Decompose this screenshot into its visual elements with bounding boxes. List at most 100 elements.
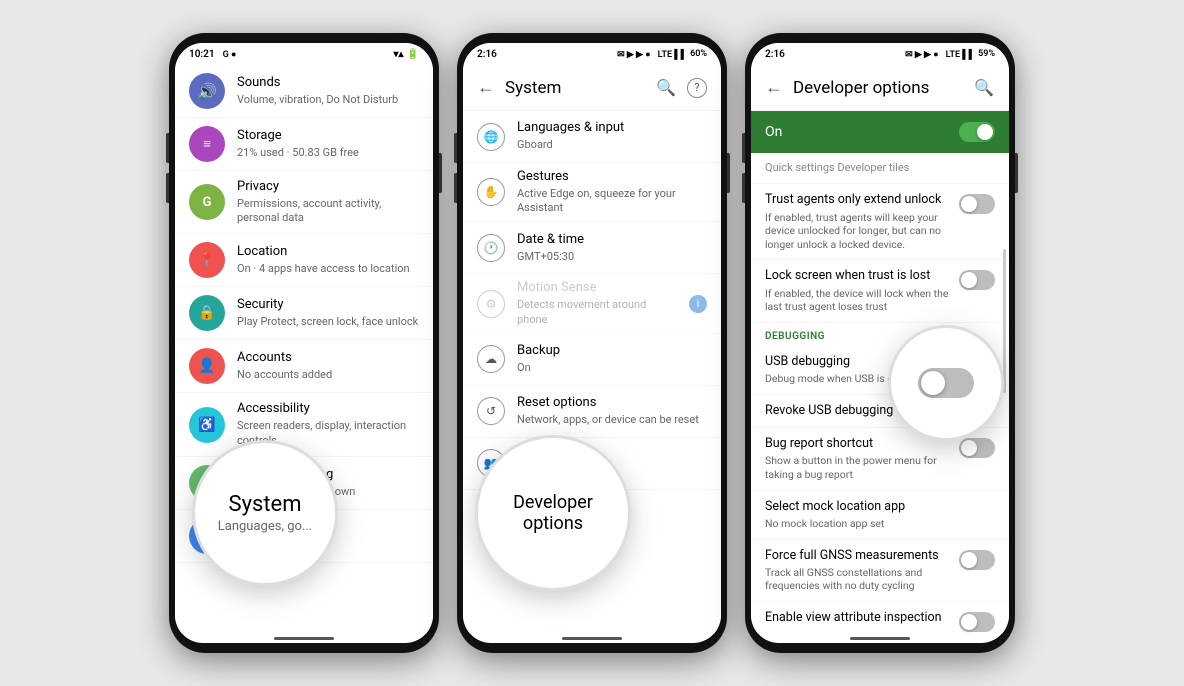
list-item[interactable]: 🌐 Languages & input Gboard	[463, 111, 721, 163]
mock-location-title: Select mock location app	[765, 499, 995, 515]
list-item[interactable]: Trust agents only extend unlock If enabl…	[751, 184, 1009, 260]
power-button-3[interactable]	[1015, 153, 1018, 193]
motion-text: Motion Sense Detects movement around pho…	[517, 280, 677, 326]
trust-agents-toggle[interactable]	[959, 194, 995, 214]
list-item[interactable]: G Privacy Permissions, account activity,…	[175, 171, 433, 234]
bug-report-text: Bug report shortcut Show a button in the…	[765, 436, 951, 482]
view-attribute-toggle[interactable]	[959, 612, 995, 632]
status-icons-3: ✉ ▶ ▶ ● LTE ▌▌ 59%	[905, 49, 995, 60]
accessibility-icon: ♿	[189, 407, 225, 443]
phone-2: 2:16 ✉ ▶ ▶ ● LTE ▌▌ 60% ← System 🔍 ? 🌐 L…	[457, 33, 727, 653]
status-time-2: 2:16	[477, 49, 497, 60]
vol-up-button[interactable]	[166, 133, 169, 163]
list-item[interactable]: Quick settings Developer tiles	[751, 153, 1009, 184]
list-item[interactable]: ⚙ Motion Sense Detects movement around p…	[463, 274, 721, 333]
usb-toggle-large[interactable]	[918, 368, 974, 398]
list-item[interactable]: 🔒 Security Play Protect, screen lock, fa…	[175, 287, 433, 340]
list-item[interactable]: Enable view attribute inspection	[751, 602, 1009, 633]
phone-1: 10:21 G ● ▾▴ 🔋 🔊 Sounds Volume, vibratio…	[169, 33, 439, 653]
magnifier-small-1: Languages, go...	[218, 519, 312, 534]
list-item[interactable]: Force full GNSS measurements Track all G…	[751, 540, 1009, 603]
power-button-2[interactable]	[727, 153, 730, 193]
vol-up-button-2[interactable]	[454, 133, 457, 163]
help-icon-2[interactable]: ?	[687, 78, 707, 98]
info-icon-motion: i	[689, 295, 707, 313]
gnss-title: Force full GNSS measurements	[765, 548, 951, 564]
vol-down-button-3[interactable]	[742, 173, 745, 203]
privacy-title: Privacy	[237, 179, 419, 196]
status-time-1: 10:21 G ●	[189, 49, 236, 60]
accounts-subtitle: No accounts added	[237, 368, 419, 382]
msg-icon-2: ✉ ▶ ▶ ●	[617, 49, 651, 60]
lock-screen-subtitle: If enabled, the device will lock when th…	[765, 287, 951, 314]
backup-title: Backup	[517, 343, 707, 360]
usb-toggle-large-control[interactable]	[918, 368, 974, 398]
search-icon-3[interactable]: 🔍	[973, 77, 995, 99]
location-icon: 📍	[189, 242, 225, 278]
gestures-subtitle: Active Edge on, squeeze for your Assista…	[517, 187, 707, 216]
lock-screen-toggle[interactable]	[959, 270, 995, 290]
time-3: 2:16	[765, 49, 785, 60]
magnifier-text-2: Developer options	[478, 482, 628, 544]
home-bar-line-1	[274, 637, 334, 640]
back-button-3[interactable]: ←	[765, 77, 783, 98]
lock-screen-trust-text: Lock screen when trust is lost If enable…	[765, 268, 951, 314]
status-icons-2: ✉ ▶ ▶ ● LTE ▌▌ 60%	[617, 49, 707, 60]
developer-options-toggle[interactable]	[959, 122, 995, 142]
lock-screen-title: Lock screen when trust is lost	[765, 268, 951, 284]
view-attribute-title: Enable view attribute inspection	[765, 610, 951, 626]
top-bar-3: ← Developer options 🔍	[751, 65, 1009, 111]
location-title: Location	[237, 244, 419, 261]
storage-subtitle: 21% used · 50.83 GB free	[237, 146, 419, 160]
list-item[interactable]: ↺ Reset options Network, apps, or device…	[463, 386, 721, 438]
back-button-2[interactable]: ←	[477, 77, 495, 98]
list-item[interactable]: ≡ Storage 21% used · 50.83 GB free	[175, 118, 433, 171]
list-item[interactable]: 📍 Location On · 4 apps have access to lo…	[175, 234, 433, 287]
backup-icon: ☁	[477, 345, 505, 373]
bug-report-toggle[interactable]	[959, 438, 995, 458]
scroll-indicator	[1003, 249, 1006, 393]
list-item[interactable]: 🕐 Date & time GMT+05:30	[463, 222, 721, 274]
security-title: Security	[237, 297, 419, 314]
list-item[interactable]: 👤 Accounts No accounts added	[175, 340, 433, 393]
gestures-icon: ✋	[477, 178, 505, 206]
vol-down-button[interactable]	[166, 173, 169, 203]
magnifier-text-1: System Languages, go...	[208, 482, 322, 544]
accounts-icon: 👤	[189, 348, 225, 384]
gnss-text: Force full GNSS measurements Track all G…	[765, 548, 951, 594]
power-button[interactable]	[439, 153, 442, 193]
msg-icon-3: ✉ ▶ ▶ ●	[905, 49, 939, 60]
list-item[interactable]: Select mock location app No mock locatio…	[751, 491, 1009, 540]
view-attribute-text: Enable view attribute inspection	[765, 610, 951, 626]
list-item[interactable]: ♿ Accessibility Screen readers, display,…	[175, 393, 433, 456]
list-item[interactable]: ✋ Gestures Active Edge on, squeeze for y…	[463, 163, 721, 222]
mock-location-subtitle: No mock location app set	[765, 517, 995, 531]
search-icon-2[interactable]: 🔍	[655, 77, 677, 99]
sounds-icon: 🔊	[189, 73, 225, 109]
accessibility-title: Accessibility	[237, 401, 419, 418]
reset-text: Reset options Network, apps, or device c…	[517, 395, 707, 427]
home-bar-line-3	[850, 637, 910, 640]
vol-up-button-3[interactable]	[742, 133, 745, 163]
languages-title: Languages & input	[517, 120, 707, 137]
datetime-text: Date & time GMT+05:30	[517, 232, 707, 264]
gestures-title: Gestures	[517, 169, 707, 186]
security-text: Security Play Protect, screen lock, face…	[237, 297, 419, 329]
list-item[interactable]: Lock screen when trust is lost If enable…	[751, 260, 1009, 323]
bug-report-title: Bug report shortcut	[765, 436, 951, 452]
reset-icon: ↺	[477, 397, 505, 425]
vol-down-button-2[interactable]	[454, 173, 457, 203]
storage-text: Storage 21% used · 50.83 GB free	[237, 128, 419, 160]
gnss-toggle[interactable]	[959, 550, 995, 570]
accounts-title: Accounts	[237, 350, 419, 367]
home-bar-2	[463, 633, 721, 643]
trust-agents-subtitle: If enabled, trust agents will keep your …	[765, 211, 951, 252]
sounds-text: Sounds Volume, vibration, Do Not Disturb	[237, 75, 419, 107]
time-2: 2:16	[477, 49, 497, 60]
status-bar-3: 2:16 ✉ ▶ ▶ ● LTE ▌▌ 59%	[751, 43, 1009, 65]
list-item[interactable]: ☁ Backup On	[463, 334, 721, 386]
phone-2-screen: 2:16 ✉ ▶ ▶ ● LTE ▌▌ 60% ← System 🔍 ? 🌐 L…	[463, 43, 721, 643]
list-item[interactable]: Bug report shortcut Show a button in the…	[751, 428, 1009, 491]
quick-settings-title: Quick settings Developer tiles	[765, 161, 995, 175]
list-item[interactable]: 🔊 Sounds Volume, vibration, Do Not Distu…	[175, 65, 433, 118]
